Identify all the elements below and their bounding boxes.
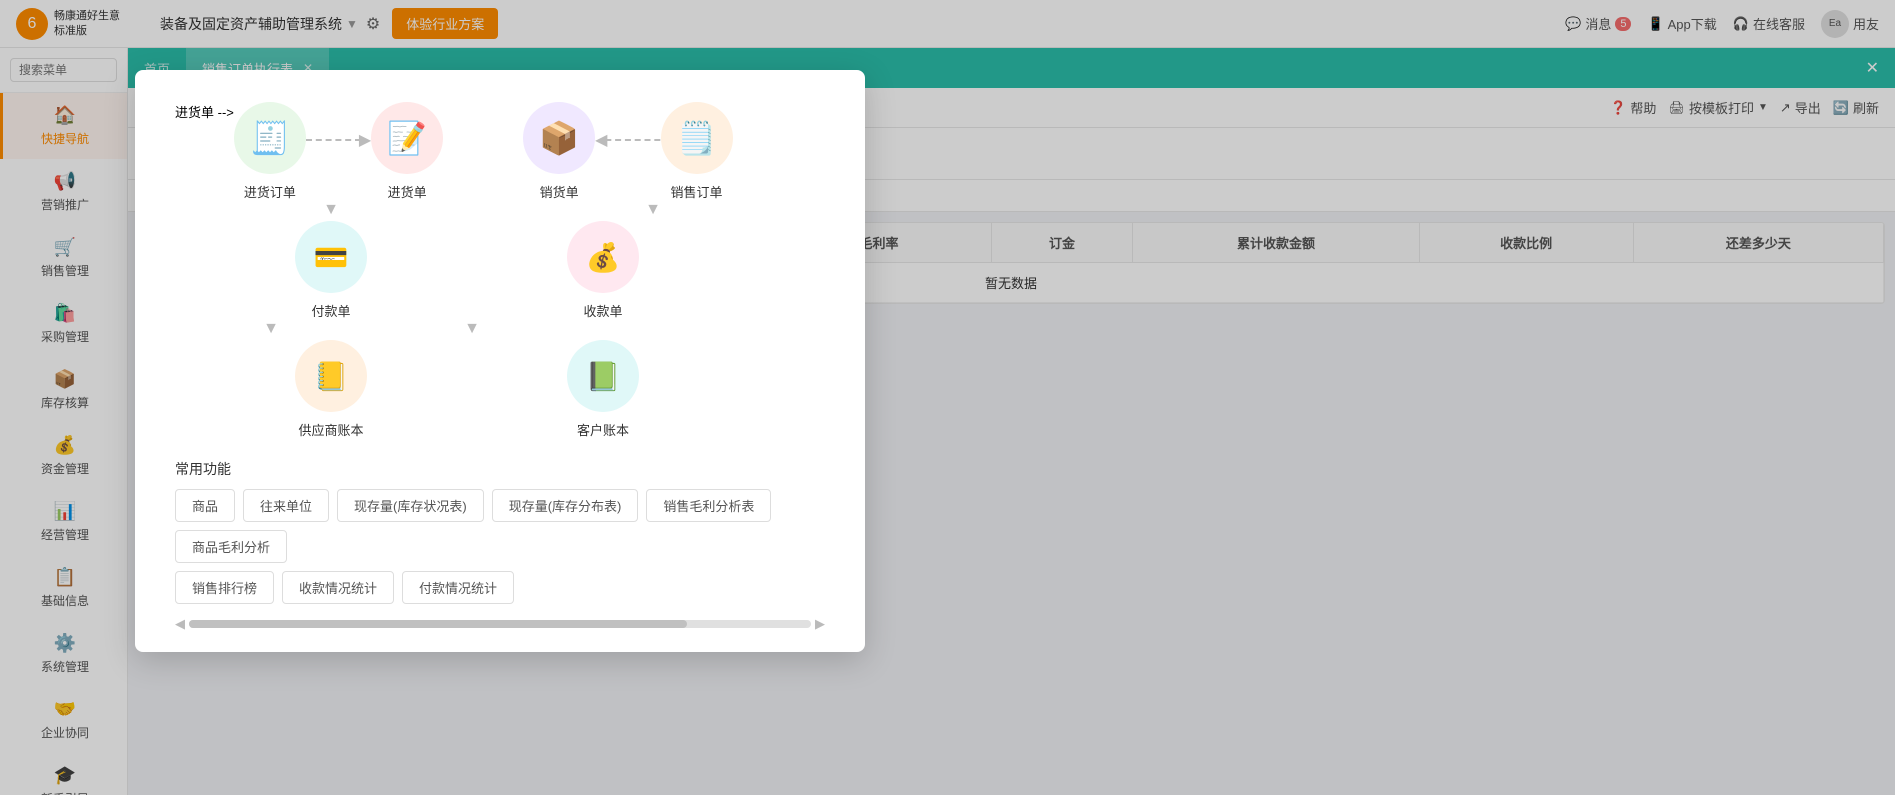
payment-circle: 💳 [295,221,367,293]
sales-bill-circle: 📦 [523,102,595,174]
scrollbar-thumb[interactable] [189,620,687,628]
common-functions-section: 常用功能 商品 往来单位 现存量(库存状况表) 现存量(库存分布表) 销售毛利分… [175,459,825,604]
arrow-down-sales: ▼ [617,201,689,219]
customer-ledger-label: 客户账本 [577,420,629,439]
btn-sales-rank[interactable]: 销售排行榜 [175,571,274,604]
flow-node-supplier-ledger[interactable]: 📒 供应商账本 [295,340,367,439]
common-buttons-row: 商品 往来单位 现存量(库存状况表) 现存量(库存分布表) 销售毛利分析表 商品… [175,489,825,563]
payment-label: 付款单 [311,301,350,320]
quick-nav-modal: 进货单 --> 🧾 进货订单 ▶ 📝 进货单 [135,70,865,652]
scroll-right-icon[interactable]: ▶ [815,616,825,632]
btn-goods-profit[interactable]: 商品毛利分析 [175,530,287,563]
common-buttons-row-2: 销售排行榜 收款情况统计 付款情况统计 [175,571,825,604]
receipt-circle: 💰 [567,221,639,293]
common-functions-title: 常用功能 [175,459,825,479]
supplier-ledger-circle: 📒 [295,340,367,412]
supplier-ledger-label: 供应商账本 [298,420,363,439]
flow-row-4-arrows: ▼ ▼ [175,320,825,338]
purchase-order-circle: 🧾 [234,102,306,174]
flow-node-sales-bill[interactable]: 📦 销货单 [523,102,595,201]
flow-node-receipt[interactable]: 💰 收款单 [567,221,639,320]
arrow-down-receipt: ▼ [367,320,577,338]
flow-row-2-arrows: ▼ ▼ [175,201,825,219]
flow-row-5: 📒 供应商账本 📗 客户账本 [175,340,825,439]
flow-node-purchase-bill[interactable]: 📝 进货单 [371,102,443,201]
scroll-left-icon[interactable]: ◀ [175,616,185,632]
purchase-bill-label: 进货单 [388,182,427,201]
flow-node-customer-ledger[interactable]: 📗 客户账本 [567,340,639,439]
arrow-down-payment: ▼ [175,320,367,338]
sales-order-label: 销售订单 [670,182,722,201]
btn-inventory-dist[interactable]: 现存量(库存分布表) [492,489,639,522]
purchase-order-label: 进货订单 [244,182,296,201]
flow-row-1-right: 📦 销货单 ▶ 🗒️ 销售订单 [523,102,732,201]
flow-row-1-left: 🧾 进货订单 ▶ 📝 进货单 [234,102,443,201]
arrow-purchase-order-to-bill: ▶ [306,130,371,150]
btn-sales-profit[interactable]: 销售毛利分析表 [646,489,771,522]
sales-bill-label: 销货单 [540,182,579,201]
receipt-label: 收款单 [583,301,622,320]
flow-row-3: 💳 付款单 💰 收款单 [175,221,825,320]
arrow-sales-order-to-bill: ▶ [595,130,660,150]
sales-order-circle: 🗒️ [661,102,733,174]
modal-scrollbar-area: ◀ ▶ [175,616,825,632]
btn-inventory-status[interactable]: 现存量(库存状况表) [337,489,484,522]
flow-node-sales-order[interactable]: 🗒️ 销售订单 [661,102,733,201]
btn-receipt-stats[interactable]: 收款情况统计 [282,571,394,604]
btn-payment-stats[interactable]: 付款情况统计 [402,571,514,604]
flow-node-purchase-order[interactable]: 🧾 进货订单 [234,102,306,201]
customer-ledger-circle: 📗 [567,340,639,412]
flow-node-payment[interactable]: 💳 付款单 [295,221,367,320]
flow-diagram: 进货单 --> 🧾 进货订单 ▶ 📝 进货单 [175,102,825,439]
purchase-bill-circle: 📝 [371,102,443,174]
btn-contacts[interactable]: 往来单位 [243,489,329,522]
btn-goods[interactable]: 商品 [175,489,235,522]
scrollbar-track[interactable] [189,620,811,628]
arrow-down-purchase: ▼ [295,201,367,219]
